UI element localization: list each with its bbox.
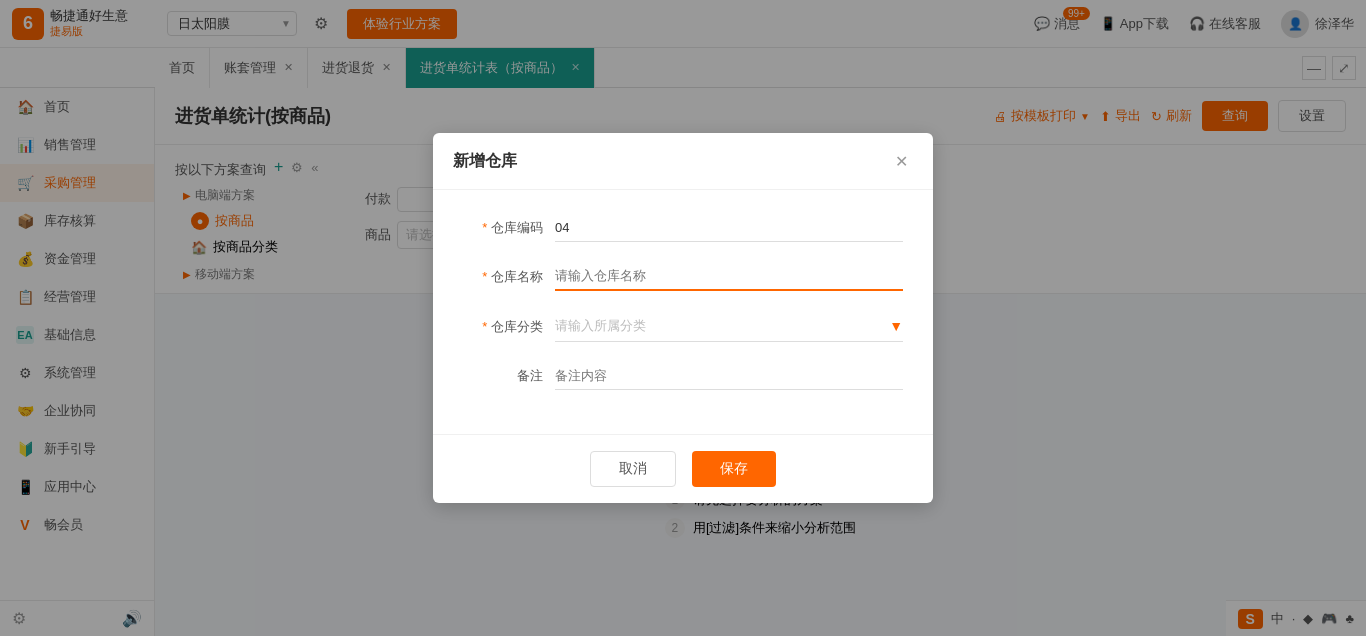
category-arrow-icon: ▼ [889,318,903,334]
modal-header: 新增仓库 ✕ [433,133,933,190]
modal-close-button[interactable]: ✕ [889,149,913,173]
code-form-row: 仓库编码 04 [463,214,903,242]
category-label: 仓库分类 [463,318,543,336]
code-label: 仓库编码 [463,219,543,237]
modal-footer: 取消 保存 [433,434,933,503]
modal-overlay: 新增仓库 ✕ 仓库编码 04 仓库名称 仓库分类 请输入所属分类 ▼ [0,0,1366,636]
modal-body: 仓库编码 04 仓库名称 仓库分类 请输入所属分类 ▼ 备注 [433,190,933,434]
save-button[interactable]: 保存 [692,451,776,487]
name-form-row: 仓库名称 [463,262,903,291]
code-input[interactable]: 04 [555,214,903,242]
name-input[interactable] [555,262,903,291]
remark-input[interactable] [555,362,903,390]
category-form-row: 仓库分类 请输入所属分类 ▼ [463,311,903,342]
category-select[interactable]: 请输入所属分类 ▼ [555,311,903,342]
add-warehouse-modal: 新增仓库 ✕ 仓库编码 04 仓库名称 仓库分类 请输入所属分类 ▼ [433,133,933,503]
modal-title: 新增仓库 [453,151,517,172]
cancel-button[interactable]: 取消 [590,451,676,487]
remark-label: 备注 [463,367,543,385]
category-placeholder: 请输入所属分类 [555,317,889,335]
name-label: 仓库名称 [463,268,543,286]
remark-form-row: 备注 [463,362,903,390]
